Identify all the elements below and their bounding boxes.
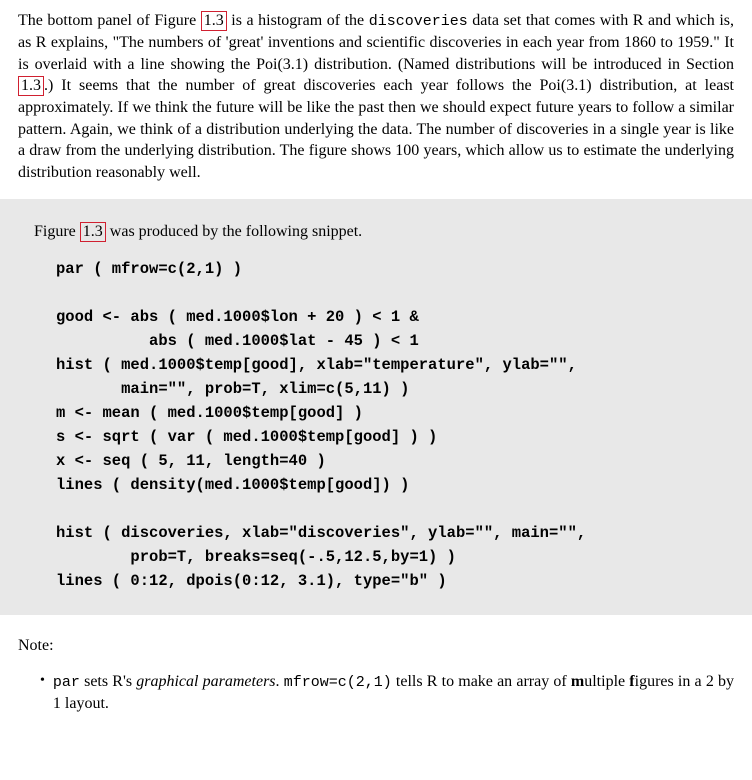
text: was produced by the following snippet. xyxy=(106,223,362,240)
note-label: Note: xyxy=(18,635,734,657)
code-block: par ( mfrow=c(2,1) ) good <- abs ( med.1… xyxy=(56,257,718,593)
text: . xyxy=(276,673,284,690)
bullet-icon: • xyxy=(40,671,53,715)
text: The bottom panel of Figure xyxy=(18,12,201,29)
note-text: par sets R's graphical parameters. mfrow… xyxy=(53,671,734,715)
code-snippet-box: Figure 1.3 was produced by the following… xyxy=(0,199,752,615)
bold: m xyxy=(571,673,584,690)
code-inline: mfrow=c(2,1) xyxy=(284,674,392,691)
figure-reference[interactable]: 1.3 xyxy=(80,222,106,242)
code-inline: par xyxy=(53,674,80,691)
code-inline: discoveries xyxy=(369,13,468,30)
text: .) It seems that the number of great dis… xyxy=(18,77,734,180)
box-intro: Figure 1.3 was produced by the following… xyxy=(34,221,718,243)
text: Figure xyxy=(34,223,80,240)
emphasis: graphical parameters xyxy=(136,673,275,690)
text: tells R to make an array of xyxy=(392,673,571,690)
figure-reference[interactable]: 1.3 xyxy=(201,11,227,31)
note-section: Note: • par sets R's graphical parameter… xyxy=(0,615,752,724)
text: is a histogram of the xyxy=(227,12,369,29)
text: sets R's xyxy=(80,673,136,690)
section-reference[interactable]: 1.3 xyxy=(18,76,44,96)
body-paragraph: The bottom panel of Figure 1.3 is a hist… xyxy=(0,0,752,199)
note-bullet-item: • par sets R's graphical parameters. mfr… xyxy=(18,671,734,715)
text: ultiple xyxy=(584,673,629,690)
